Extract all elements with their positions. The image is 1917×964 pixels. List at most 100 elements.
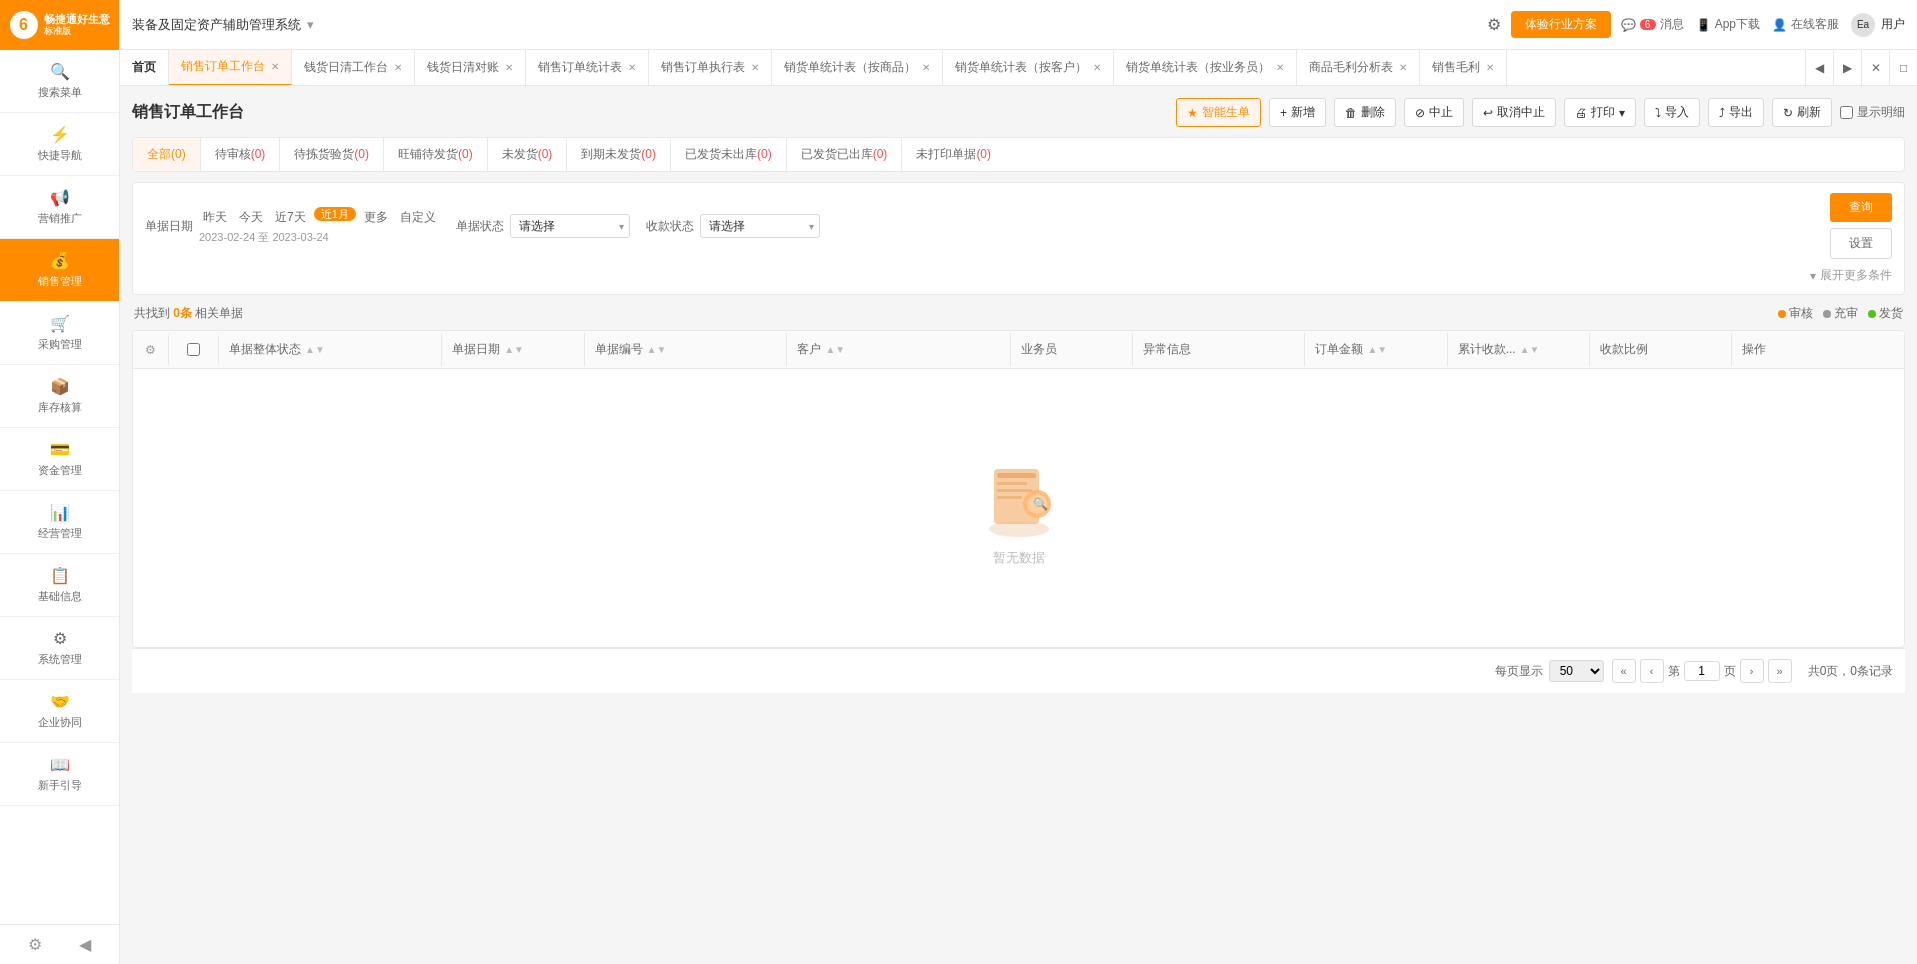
date-shortcut-custom[interactable]: 自定义: [396, 207, 440, 228]
import-btn[interactable]: ⤵ 导入: [1644, 98, 1700, 127]
tab-close-margin-analysis[interactable]: ✕: [1399, 62, 1407, 73]
refresh-btn[interactable]: ↻ 刷新: [1772, 98, 1832, 127]
filter-tab-wangpu-pending[interactable]: 旺铺待发货(0): [384, 138, 488, 171]
date-badge-1month[interactable]: 近1月: [314, 207, 356, 221]
sidebar-item-search[interactable]: 🔍搜索菜单: [0, 50, 119, 113]
tab-sales-profit[interactable]: 销售毛利 ✕: [1420, 50, 1507, 86]
tab-sales-by-customer[interactable]: 销货单统计表（按客户）✕: [943, 50, 1114, 86]
tab-close-sales-by-product[interactable]: ✕: [922, 62, 930, 73]
tab-close-cash-reconcile[interactable]: ✕: [505, 62, 513, 73]
status-select[interactable]: 请选择: [510, 214, 630, 238]
sidebar-item-guide[interactable]: 📖新手引导: [0, 743, 119, 806]
tab-close-sales-by-customer[interactable]: ✕: [1093, 62, 1101, 73]
filter-tab-shipped-not-out[interactable]: 已发货未出库(0): [671, 138, 787, 171]
online-service-item[interactable]: 👤 在线客服: [1772, 16, 1839, 33]
per-page-select[interactable]: 10203050100: [1549, 660, 1604, 682]
message-item[interactable]: 💬 6 消息: [1621, 16, 1684, 33]
date-shortcut-yesterday[interactable]: 昨天: [199, 207, 231, 228]
filter-tab-shipped-out[interactable]: 已发货已出库(0): [787, 138, 903, 171]
payment-select[interactable]: 请选择: [700, 214, 820, 238]
sort-customer[interactable]: ▲▼: [825, 346, 845, 354]
tab-scroll-right[interactable]: ▶: [1833, 50, 1861, 86]
tab-close-sales-stats[interactable]: ✕: [628, 62, 636, 73]
tab-close-sales-profit[interactable]: ✕: [1486, 62, 1494, 73]
solution-btn[interactable]: 体验行业方案: [1511, 11, 1611, 38]
tab-sales-stats[interactable]: 销售订单统计表✕: [526, 50, 649, 86]
add-btn[interactable]: + 新增: [1269, 98, 1326, 127]
phone-icon: 📱: [1696, 18, 1711, 32]
app-download-item[interactable]: 📱 App下载: [1696, 16, 1760, 33]
review-btn[interactable]: 审核: [1778, 305, 1813, 322]
tab-close-sales-exec[interactable]: ✕: [751, 62, 759, 73]
tab-cash-daily[interactable]: 钱货日清工作台✕: [292, 50, 415, 86]
page-input[interactable]: [1684, 661, 1720, 681]
sort-date[interactable]: ▲▼: [504, 346, 524, 354]
date-shortcut-today[interactable]: 今天: [235, 207, 267, 228]
cancel-stop-btn[interactable]: ↩ 取消中止: [1472, 98, 1556, 127]
sort-collected[interactable]: ▲▼: [1520, 346, 1540, 354]
tab-close-current[interactable]: ✕: [1861, 50, 1889, 86]
tab-label-sales-profit: 销售毛利: [1432, 59, 1480, 76]
tab-sales-workbench[interactable]: 销售订单工作台✕: [169, 50, 292, 86]
settings-btn[interactable]: 设置: [1830, 228, 1892, 259]
page-text-2: 页: [1724, 663, 1736, 680]
filter-tab-not-shipped[interactable]: 未发货(0): [488, 138, 568, 171]
settings-bottom-icon[interactable]: ⚙: [28, 935, 42, 954]
select-all-checkbox[interactable]: [187, 343, 200, 356]
sidebar-item-marketing[interactable]: 📢营销推广: [0, 176, 119, 239]
first-page-btn[interactable]: «: [1612, 659, 1636, 683]
show-detail-checkbox[interactable]: 显示明细: [1840, 104, 1905, 121]
last-page-btn[interactable]: »: [1768, 659, 1792, 683]
tab-label-home: 首页: [132, 59, 156, 76]
cancel-review-btn[interactable]: 充审: [1823, 305, 1858, 322]
ship-btn[interactable]: 发货: [1868, 305, 1903, 322]
smart-create-btn[interactable]: ★ 智能生单: [1176, 98, 1261, 127]
tab-scroll-left[interactable]: ◀: [1805, 50, 1833, 86]
tab-sales-by-staff[interactable]: 销货单统计表（按业务员）✕: [1114, 50, 1297, 86]
tab-home[interactable]: 首页: [120, 50, 169, 86]
print-btn[interactable]: 🖨 打印 ▾: [1564, 98, 1636, 127]
user-item[interactable]: Ea 用户: [1851, 13, 1905, 37]
filter-tab-expired-not-shipped[interactable]: 到期未发货(0): [567, 138, 671, 171]
cancel-icon: ↩: [1483, 106, 1493, 120]
tab-sales-exec[interactable]: 销售订单执行表✕: [649, 50, 772, 86]
date-shortcut-more[interactable]: 更多: [360, 207, 392, 228]
svg-rect-4: [997, 489, 1032, 492]
filter-tab-all[interactable]: 全部(0): [133, 138, 201, 171]
stop-btn[interactable]: ⊘ 中止: [1404, 98, 1464, 127]
tab-cash-reconcile[interactable]: 钱货日清对账✕: [415, 50, 526, 86]
sidebar-item-basic[interactable]: 📋基础信息: [0, 554, 119, 617]
tab-close-sales-by-staff[interactable]: ✕: [1276, 62, 1284, 73]
sidebar-item-system[interactable]: ⚙系统管理: [0, 617, 119, 680]
tab-sales-by-product[interactable]: 销货单统计表（按商品）✕: [772, 50, 943, 86]
sidebar-item-inventory[interactable]: 📦库存核算: [0, 365, 119, 428]
sidebar-item-collab[interactable]: 🤝企业协同: [0, 680, 119, 743]
date-shortcut-7days[interactable]: 近7天: [271, 207, 310, 228]
sort-status[interactable]: ▲▼: [305, 346, 325, 354]
th-settings[interactable]: ⚙: [133, 335, 169, 365]
tab-maximize[interactable]: □: [1889, 50, 1917, 86]
sidebar-item-purchase[interactable]: 🛒采购管理: [0, 302, 119, 365]
sidebar-item-operations[interactable]: 📊经营管理: [0, 491, 119, 554]
delete-btn[interactable]: 🗑 删除: [1334, 98, 1396, 127]
filter-tab-not-printed[interactable]: 未打印单据(0): [902, 138, 1005, 171]
next-page-btn[interactable]: ›: [1740, 659, 1764, 683]
expand-btn[interactable]: ▾ 展开更多条件: [1810, 267, 1892, 284]
sort-amount[interactable]: ▲▼: [1367, 346, 1387, 354]
filter-tab-pending-inspection[interactable]: 待拣货验货(0): [280, 138, 384, 171]
sidebar-item-finance[interactable]: 💳资金管理: [0, 428, 119, 491]
collapse-icon[interactable]: ◀: [79, 935, 91, 954]
filter-tab-pending-review[interactable]: 待审核(0): [201, 138, 281, 171]
topbar-settings-icon[interactable]: ⚙: [1487, 15, 1501, 34]
tab-close-sales-workbench[interactable]: ✕: [271, 61, 279, 72]
tab-close-cash-daily[interactable]: ✕: [394, 62, 402, 73]
prev-page-btn[interactable]: ‹: [1640, 659, 1664, 683]
sidebar-item-quick[interactable]: ⚡快捷导航: [0, 113, 119, 176]
tab-margin-analysis[interactable]: 商品毛利分析表✕: [1297, 50, 1420, 86]
show-detail-input[interactable]: [1840, 106, 1853, 119]
export-btn[interactable]: ⤴ 导出: [1708, 98, 1764, 127]
sort-code[interactable]: ▲▼: [647, 346, 667, 354]
sidebar-item-sales[interactable]: 💰销售管理: [0, 239, 119, 302]
per-page-label: 每页显示: [1495, 663, 1543, 680]
query-btn[interactable]: 查询: [1830, 193, 1892, 222]
